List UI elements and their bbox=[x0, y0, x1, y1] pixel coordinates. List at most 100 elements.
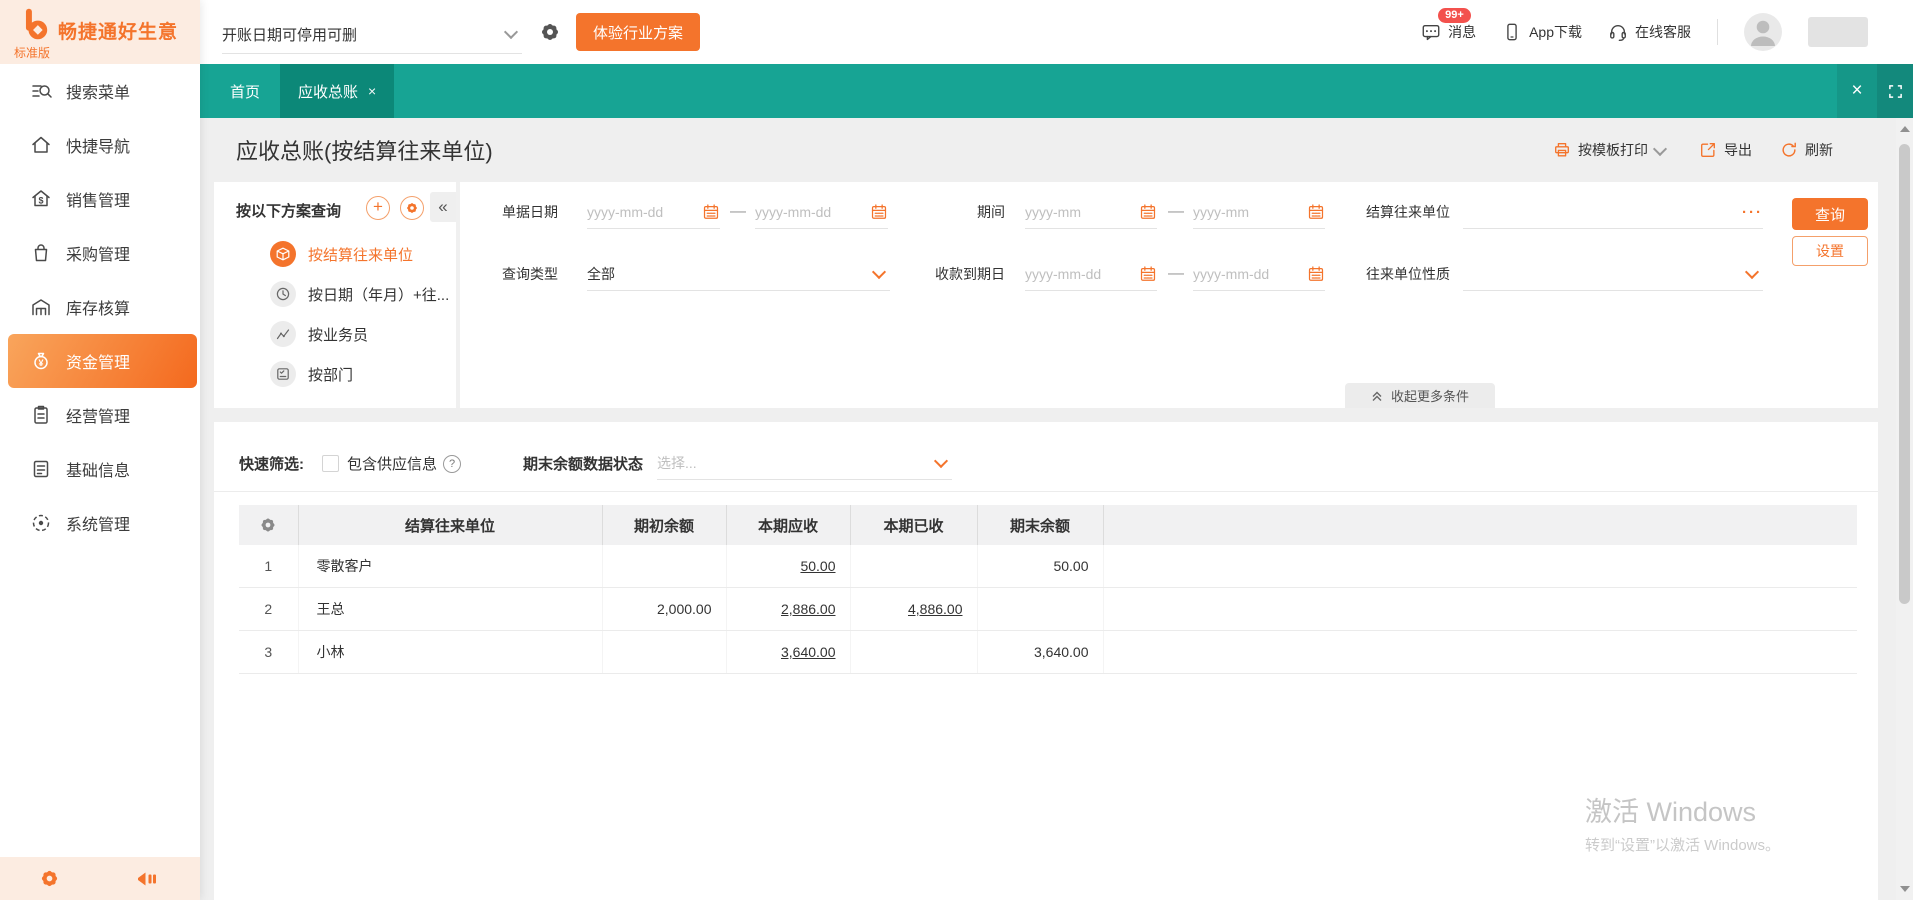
sidebar-item-label: 库存核算 bbox=[66, 301, 131, 318]
column-header-filler bbox=[1103, 505, 1857, 545]
sidebar-item-quick-nav[interactable]: 快捷导航 bbox=[0, 118, 200, 172]
scroll-up-arrow[interactable] bbox=[1900, 126, 1910, 132]
column-settings-cell[interactable] bbox=[239, 505, 299, 545]
online-service-button[interactable]: 在线客服 bbox=[1608, 22, 1691, 42]
messages-button[interactable]: 99+ 消息 bbox=[1421, 6, 1477, 42]
table-gear-icon[interactable] bbox=[240, 517, 297, 533]
due-date-from-input[interactable]: yyyy-mm-dd bbox=[1025, 258, 1157, 291]
scrollbar-thumb[interactable] bbox=[1899, 144, 1910, 604]
table-cell: 1 bbox=[239, 545, 299, 588]
collapse-sidebar-icon[interactable] bbox=[135, 871, 157, 887]
table-cell bbox=[1103, 630, 1857, 674]
select-placeholder: 选择... bbox=[657, 455, 697, 471]
period-to-input[interactable]: yyyy-mm bbox=[1193, 196, 1325, 229]
sidebar-item-funds[interactable]: ¥ 资金管理 bbox=[8, 334, 197, 388]
svg-text:$: $ bbox=[38, 196, 43, 206]
tab-label: 应收总账 bbox=[298, 83, 359, 101]
refresh-button[interactable]: 刷新 bbox=[1780, 140, 1833, 160]
page-title: 应收总账(按结算往来单位) bbox=[236, 139, 493, 164]
gear-icon[interactable] bbox=[540, 22, 560, 42]
search-button[interactable]: 查询 bbox=[1792, 198, 1868, 230]
messages-badge: 99+ bbox=[1436, 6, 1473, 25]
table-cell[interactable]: 4,886.00 bbox=[850, 587, 978, 631]
query-type-select[interactable]: 全部 bbox=[587, 258, 890, 291]
vertical-scrollbar[interactable] bbox=[1896, 118, 1913, 900]
amount-link[interactable]: 4,886.00 bbox=[908, 601, 963, 617]
column-header[interactable]: 期初余额 bbox=[602, 505, 727, 545]
column-header[interactable]: 期末余额 bbox=[977, 505, 1104, 545]
watermark-title: 激活 Windows bbox=[1585, 797, 1757, 827]
table-row[interactable]: 3 小林 3,640.00 3,640.00 bbox=[239, 630, 1857, 674]
app-download-button[interactable]: App下载 bbox=[1502, 22, 1582, 42]
table-cell: 2,000.00 bbox=[602, 587, 727, 631]
filter-row-1: 单据日期 yyyy-mm-dd — yyyy-mm-dd 期间 yyyy-mm bbox=[464, 196, 1878, 266]
divider bbox=[1717, 19, 1718, 45]
amount-link[interactable]: 3,640.00 bbox=[781, 644, 836, 660]
svg-text:¥: ¥ bbox=[38, 358, 43, 368]
partner-input[interactable]: ··· bbox=[1463, 196, 1763, 229]
tab-receivable-ledger[interactable]: 应收总账 × bbox=[280, 64, 395, 118]
scheme-by-date[interactable]: 按日期（年月）+往... bbox=[214, 274, 454, 314]
column-header[interactable]: 本期已收 bbox=[850, 505, 978, 545]
calendar-icon bbox=[1139, 265, 1157, 283]
period-label: 期间 bbox=[977, 204, 1005, 220]
table-cell[interactable]: 2,886.00 bbox=[726, 587, 851, 631]
online-service-label: 在线客服 bbox=[1635, 24, 1691, 40]
status-select[interactable]: 选择... bbox=[657, 447, 953, 480]
sidebar-item-operations[interactable]: 经营管理 bbox=[0, 388, 200, 442]
fullscreen-icon[interactable] bbox=[1877, 64, 1913, 118]
sidebar-item-basic-info[interactable]: 基础信息 bbox=[0, 442, 200, 496]
table-row[interactable]: 1 零散客户 50.00 50.00 bbox=[239, 545, 1857, 588]
month-placeholder: yyyy-mm bbox=[1025, 204, 1081, 220]
clock-icon bbox=[270, 281, 296, 307]
doc-date-from-input[interactable]: yyyy-mm-dd bbox=[587, 196, 720, 229]
sidebar-item-inventory[interactable]: 库存核算 bbox=[0, 280, 200, 334]
account-set-selector[interactable]: 开账日期可停用可删 bbox=[222, 15, 522, 54]
close-tab-icon[interactable]: × bbox=[368, 83, 376, 99]
query-type-label: 查询类型 bbox=[502, 266, 558, 282]
help-icon[interactable]: ? bbox=[443, 454, 462, 473]
table-cell[interactable]: 3,640.00 bbox=[726, 630, 851, 674]
scheme-settings-button[interactable] bbox=[400, 196, 424, 220]
tab-home[interactable]: 首页 bbox=[216, 64, 274, 118]
add-scheme-button[interactable]: + bbox=[366, 196, 390, 220]
clipboard-icon bbox=[30, 404, 52, 426]
windows-activation-watermark: 激活 Windows 转到“设置”以激活 Windows。 bbox=[1585, 790, 1780, 855]
partner-nature-select[interactable] bbox=[1463, 258, 1763, 291]
column-header[interactable]: 结算往来单位 bbox=[298, 505, 603, 545]
chat-bubble-icon bbox=[1421, 22, 1441, 42]
username-redacted[interactable] bbox=[1808, 17, 1868, 47]
scheme-by-department[interactable]: 按部门 bbox=[214, 354, 454, 394]
content-area: 应收总账(按结算往来单位) 按模板打印 导出 刷新 按以下方案查询 + « 按结… bbox=[200, 118, 1913, 900]
collapse-more-conditions[interactable]: 收起更多条件 bbox=[1345, 383, 1495, 408]
more-options-icon[interactable]: ··· bbox=[1742, 204, 1763, 221]
scheme-by-partner[interactable]: 按结算往来单位 bbox=[214, 234, 454, 274]
sidebar-item-sales[interactable]: $ 销售管理 bbox=[0, 172, 200, 226]
close-all-icon[interactable]: × bbox=[1837, 64, 1877, 118]
scroll-down-arrow[interactable] bbox=[1900, 886, 1910, 892]
export-button[interactable]: 导出 bbox=[1699, 140, 1752, 160]
doc-date-to-input[interactable]: yyyy-mm-dd bbox=[755, 196, 888, 229]
due-date-to-input[interactable]: yyyy-mm-dd bbox=[1193, 258, 1325, 291]
date-placeholder: yyyy-mm-dd bbox=[1193, 266, 1270, 282]
settings-gear-icon[interactable] bbox=[40, 869, 59, 888]
messages-label: 消息 bbox=[1448, 24, 1477, 40]
amount-link[interactable]: 50.00 bbox=[800, 558, 835, 574]
include-supplier-checkbox[interactable] bbox=[322, 455, 339, 472]
trend-chart-icon bbox=[270, 321, 296, 347]
table-row[interactable]: 2 王总 2,000.00 2,886.00 4,886.00 bbox=[239, 587, 1857, 631]
period-from-input[interactable]: yyyy-mm bbox=[1025, 196, 1157, 229]
sidebar-item-system[interactable]: 系统管理 bbox=[0, 496, 200, 550]
collapse-panel-button[interactable]: « bbox=[430, 192, 456, 222]
sidebar-item-purchase[interactable]: 采购管理 bbox=[0, 226, 200, 280]
trial-solution-button[interactable]: 体验行业方案 bbox=[576, 13, 700, 51]
sidebar-item-search-menu[interactable]: 搜索菜单 bbox=[0, 64, 200, 118]
print-by-template-button[interactable]: 按模板打印 bbox=[1553, 140, 1671, 160]
scheme-by-salesman[interactable]: 按业务员 bbox=[214, 314, 454, 354]
avatar[interactable] bbox=[1744, 13, 1782, 51]
amount-link[interactable]: 2,886.00 bbox=[781, 601, 836, 617]
table-cell bbox=[1103, 587, 1857, 631]
table-cell[interactable]: 50.00 bbox=[726, 545, 851, 588]
column-header[interactable]: 本期应收 bbox=[726, 505, 851, 545]
calendar-icon bbox=[1307, 265, 1325, 283]
